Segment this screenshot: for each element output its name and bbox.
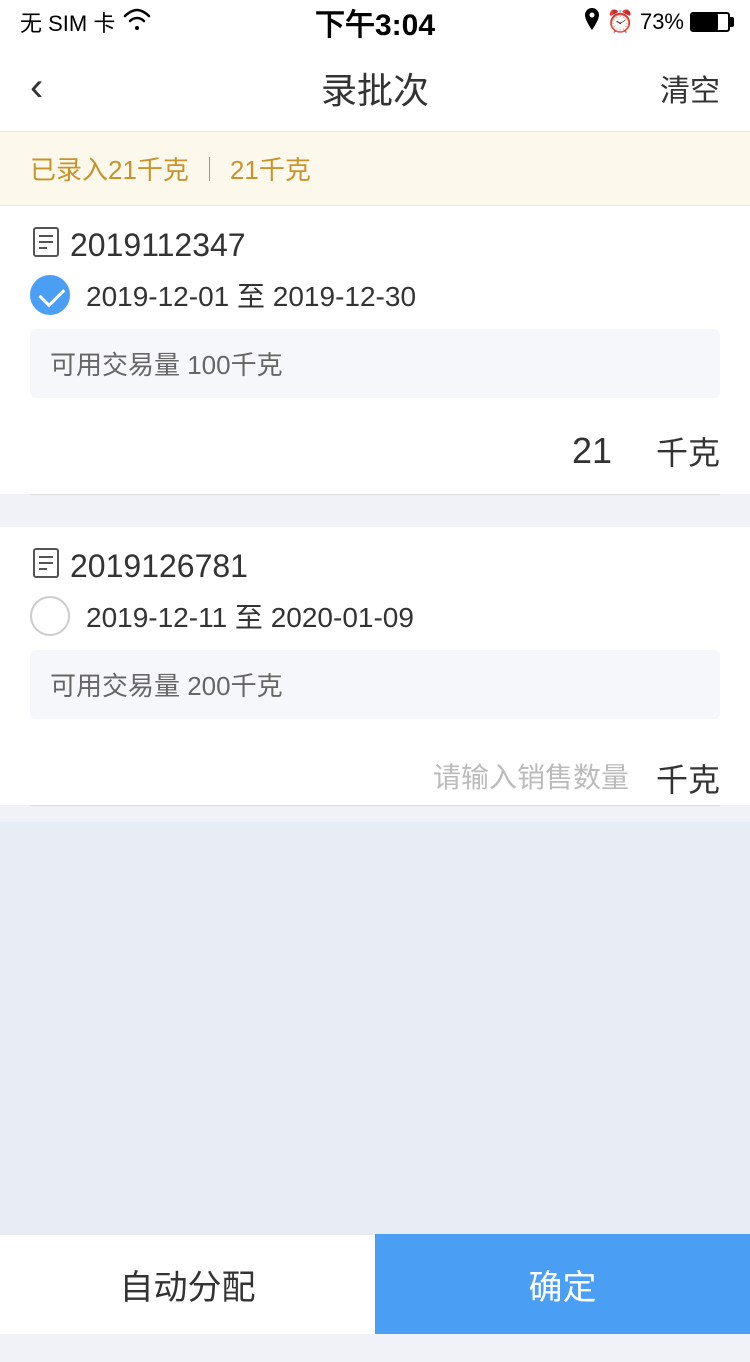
batch-date-row-2[interactable]: 2019-12-11 至 2020-01-09 (30, 596, 720, 636)
nav-bar: ‹ 录批次 清空 (0, 44, 750, 132)
battery-percent: 73% (640, 9, 684, 35)
page-title: 录批次 (321, 62, 429, 114)
batch-item-2: 2019126781 2019-12-11 至 2020-01-09 可用交易量… (0, 527, 750, 739)
auto-distribute-button[interactable]: 自动分配 (0, 1234, 375, 1334)
banner-divider (209, 157, 210, 181)
batch-id-text-2: 2019126781 (70, 548, 248, 585)
section-divider (0, 511, 750, 527)
qty-row-2[interactable]: 千克 (0, 739, 750, 805)
status-right: ⏰ 73% (583, 8, 730, 36)
clear-button[interactable]: 清空 (660, 66, 720, 110)
batch-id-row-1: 2019112347 (30, 226, 720, 265)
carrier-text: 无 SIM 卡 (20, 6, 115, 38)
batch-doc-icon-2 (30, 547, 62, 586)
qty-input-2[interactable] (344, 762, 644, 794)
confirm-button[interactable]: 确定 (375, 1234, 750, 1334)
wifi-icon (123, 8, 151, 36)
qty-unit-1: 千克 (656, 428, 720, 474)
batch-id-row-2: 2019126781 (30, 547, 720, 586)
batch-date-text-2: 2019-12-11 至 2020-01-09 (86, 596, 414, 636)
batch-id-text-1: 2019112347 (70, 227, 246, 264)
qty-underline-2 (30, 805, 720, 806)
status-bar: 无 SIM 卡 下午3:04 ⏰ 73% (0, 0, 750, 44)
qty-underline-1 (30, 494, 720, 495)
available-qty-1: 可用交易量 100千克 (30, 329, 720, 398)
total-qty-label: 21千克 (230, 150, 311, 187)
batch-doc-icon-1 (30, 226, 62, 265)
back-button[interactable]: ‹ (30, 65, 43, 110)
batch-date-text-1: 2019-12-01 至 2019-12-30 (86, 275, 416, 315)
batch-date-row-1[interactable]: 2019-12-01 至 2019-12-30 (30, 275, 720, 315)
qty-unit-2: 千克 (656, 755, 720, 801)
battery-icon (690, 12, 730, 32)
qty-value-1: 21 (572, 430, 612, 472)
batch-item-1: 2019112347 2019-12-01 至 2019-12-30 可用交易量… (0, 206, 750, 418)
available-qty-2: 可用交易量 200千克 (30, 650, 720, 719)
empty-area (0, 822, 750, 1262)
status-left: 无 SIM 卡 (20, 6, 151, 38)
location-icon (583, 8, 601, 36)
info-banner: 已录入21千克 21千克 (0, 132, 750, 206)
batch-radio-2[interactable] (30, 596, 70, 636)
alarm-icon: ⏰ (607, 9, 634, 35)
status-time: 下午3:04 (315, 0, 435, 44)
recorded-qty-label: 已录入21千克 (30, 150, 189, 187)
batch-radio-1[interactable] (30, 275, 70, 315)
qty-row-1: 21 千克 (0, 418, 750, 494)
bottom-bar: 自动分配 确定 (0, 1234, 750, 1334)
